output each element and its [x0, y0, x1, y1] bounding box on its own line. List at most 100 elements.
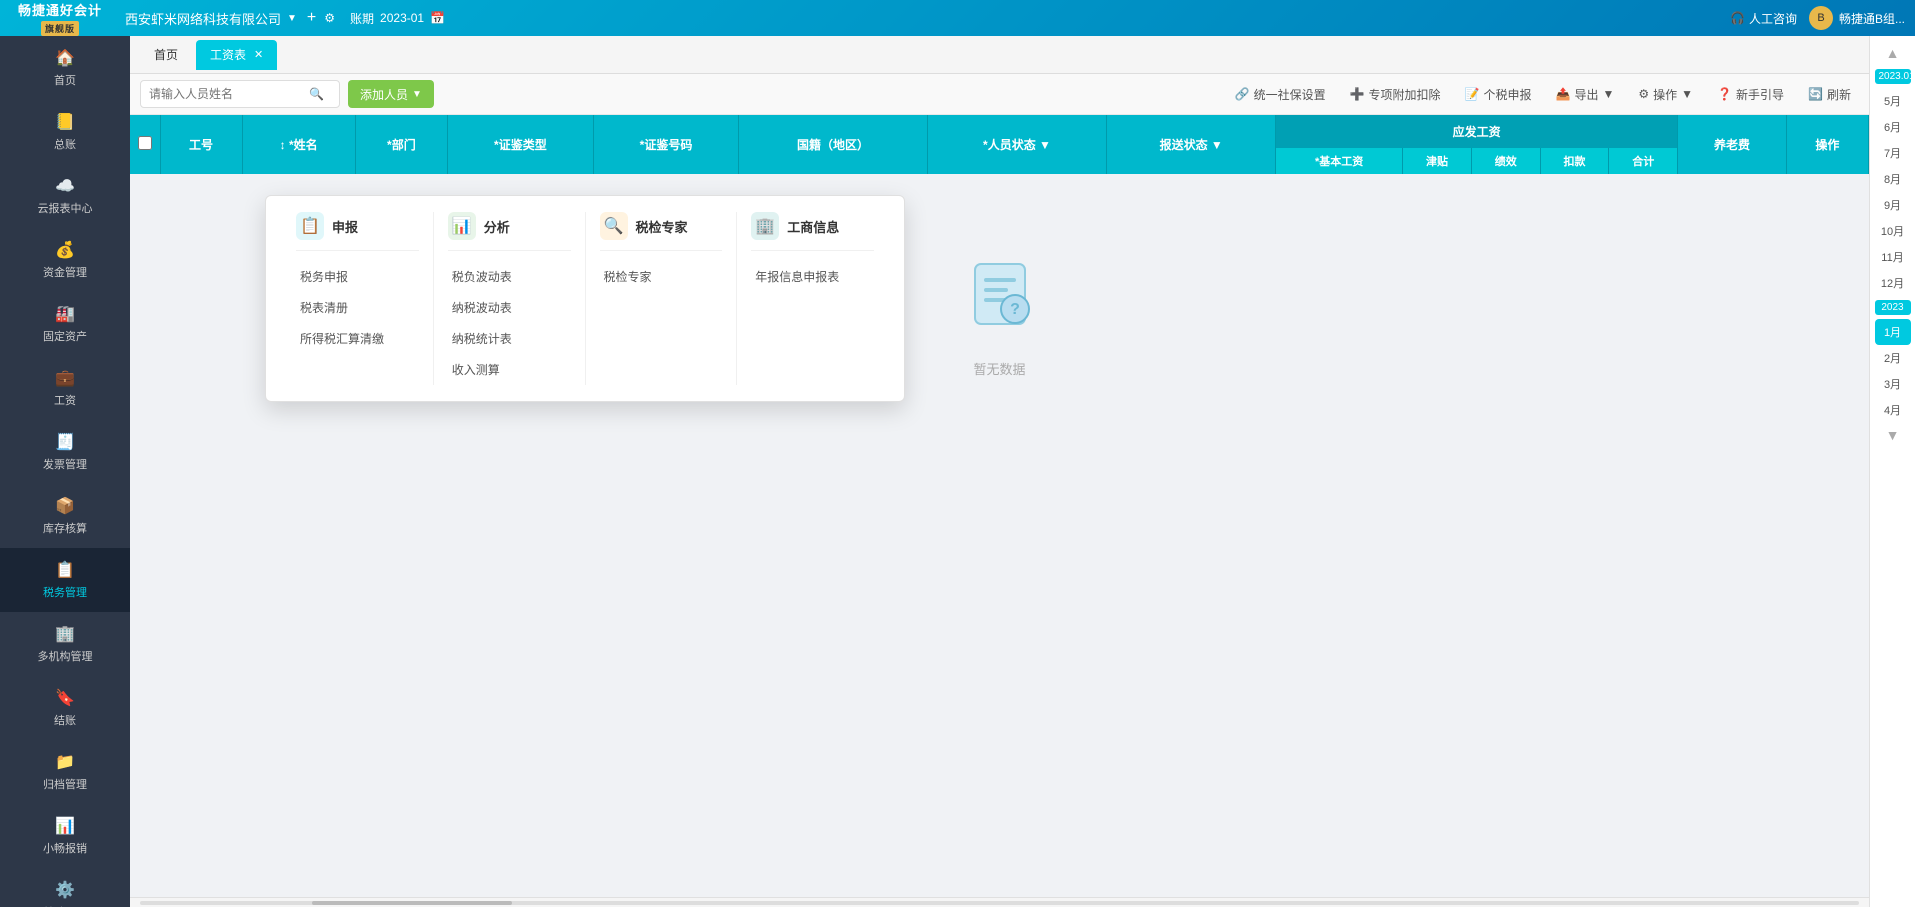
search-box[interactable]: 🔍: [140, 80, 340, 108]
add-person-button[interactable]: 添加人员 ▼: [348, 80, 434, 108]
toolbar: 🔍 添加人员 ▼ 🔗 统一社保设置 ➕ 专项附加扣除 📝 个税申报 📤 导出: [130, 74, 1869, 115]
export-button[interactable]: 📤 导出 ▼: [1548, 80, 1623, 108]
menu-income-tax-clearance[interactable]: 所得税汇算清缴: [296, 323, 419, 354]
sidebar-item-home[interactable]: 🏠 首页: [0, 36, 130, 100]
col-dept: *部门: [355, 115, 447, 174]
sidebar-item-multi-org[interactable]: 🏢 多机构管理: [0, 612, 130, 676]
add-company-button[interactable]: +: [307, 9, 316, 27]
col-action: 操作: [1786, 115, 1868, 174]
business-info-title: 工商信息: [787, 217, 839, 236]
app-logo: 畅捷通好会计 旗舰版: [10, 0, 110, 36]
col-total: 合计: [1609, 148, 1678, 174]
month-2023-10[interactable]: 10月: [1875, 218, 1911, 244]
user-menu[interactable]: B 畅捷通B组...: [1809, 6, 1905, 30]
sidebar-label-report: 小畅报销: [43, 840, 87, 856]
divider-3: [736, 212, 737, 385]
tax-return-label: 个税申报: [1484, 86, 1532, 103]
support-label: 人工咨询: [1749, 10, 1797, 27]
col-id-number: *证鉴号码: [593, 115, 739, 174]
new-guide-button[interactable]: ❓ 新手引导: [1709, 80, 1792, 108]
sidebar-label-archive: 归档管理: [43, 776, 87, 792]
date-nav-down[interactable]: ▼: [1882, 423, 1904, 447]
month-2023-06[interactable]: 6月: [1875, 114, 1911, 140]
tab-home[interactable]: 首页: [140, 40, 192, 70]
month-2023-07[interactable]: 7月: [1875, 140, 1911, 166]
main-layout: 🏠 首页 📒 总账 ☁️ 云报表中心 💰 资金管理 🏭 固定资产 💼 工资 🧾 …: [0, 36, 1915, 907]
month-2024-03[interactable]: 3月: [1875, 371, 1911, 397]
menu-tax-declaration[interactable]: 税务申报: [296, 261, 419, 292]
top-right-area: 🎧 人工咨询 B 畅捷通B组...: [1730, 6, 1905, 30]
tax-icon: 📋: [55, 560, 75, 580]
sidebar-item-salary[interactable]: 💼 工资: [0, 356, 130, 420]
special-deduction-label: 专项附加扣除: [1369, 86, 1441, 103]
search-input[interactable]: [149, 87, 309, 101]
tab-close-icon[interactable]: ✕: [254, 48, 263, 61]
app-edition: 旗舰版: [41, 21, 79, 36]
bottom-scrollbar[interactable]: [130, 897, 1869, 907]
archive-icon: 📁: [55, 752, 75, 772]
month-2024-04[interactable]: 4月: [1875, 397, 1911, 423]
sidebar-item-basic[interactable]: ⚙️ 基础设置: [0, 868, 130, 907]
menu-tax-expert[interactable]: 税检专家: [600, 261, 723, 292]
sidebar-item-fixed-assets[interactable]: 🏭 固定资产: [0, 292, 130, 356]
sidebar-item-inventory[interactable]: 📦 库存核算: [0, 484, 130, 548]
tab-salary-table[interactable]: 工资表 ✕: [196, 40, 277, 70]
select-all-checkbox[interactable]: [138, 136, 152, 150]
sidebar-item-archive[interactable]: 📁 归档管理: [0, 740, 130, 804]
operation-arrow: ▼: [1681, 87, 1693, 101]
month-2023-11[interactable]: 11月: [1875, 244, 1911, 270]
new-guide-icon: ❓: [1717, 87, 1732, 101]
empty-icon: ?: [960, 254, 1040, 349]
menu-annual-report[interactable]: 年报信息申报表: [751, 261, 874, 292]
sidebar-item-invoice[interactable]: 🧾 发票管理: [0, 420, 130, 484]
sidebar: 🏠 首页 📒 总账 ☁️ 云报表中心 💰 资金管理 🏭 固定资产 💼 工资 🧾 …: [0, 36, 130, 907]
month-2024-01[interactable]: 1月: [1875, 319, 1911, 345]
tax-return-button[interactable]: 📝 个税申报: [1457, 80, 1540, 108]
settlement-icon: 🔖: [55, 688, 75, 708]
sidebar-item-settlement[interactable]: 🔖 结账: [0, 676, 130, 740]
settings-icon[interactable]: ⚙: [324, 11, 335, 25]
month-2023-05[interactable]: 5月: [1875, 88, 1911, 114]
refresh-button[interactable]: 🔄 刷新: [1800, 80, 1859, 108]
col-nationality: 国籍（地区）: [739, 115, 928, 174]
operation-button[interactable]: ⚙ 操作 ▼: [1630, 80, 1701, 108]
operation-icon: ⚙: [1638, 87, 1649, 101]
company-selector[interactable]: 西安虾米网络科技有限公司 ▼: [125, 9, 297, 28]
month-2023-12[interactable]: 12月: [1875, 270, 1911, 296]
scroll-thumb[interactable]: [312, 901, 512, 905]
sidebar-item-report[interactable]: 📊 小畅报销: [0, 804, 130, 868]
month-2023-08[interactable]: 8月: [1875, 166, 1911, 192]
dropdown-col-declaration: 📋 申报 税务申报 税表清册 所得税汇算清缴: [286, 212, 429, 385]
date-nav-up[interactable]: ▲: [1882, 41, 1904, 65]
sidebar-label-cloud-report: 云报表中心: [38, 200, 93, 216]
business-info-icon: 🏢: [751, 212, 779, 240]
sidebar-item-tax[interactable]: 📋 税务管理: [0, 548, 130, 612]
invoice-icon: 🧾: [55, 432, 75, 452]
menu-tax-table-list[interactable]: 税表清册: [296, 292, 419, 323]
month-2024-02[interactable]: 2月: [1875, 345, 1911, 371]
inventory-icon: 📦: [55, 496, 75, 516]
export-icon: 📤: [1556, 87, 1571, 101]
support-button[interactable]: 🎧 人工咨询: [1730, 10, 1797, 27]
social-insurance-button[interactable]: 🔗 统一社保设置: [1227, 80, 1334, 108]
month-2023-09[interactable]: 9月: [1875, 192, 1911, 218]
sidebar-item-cloud-report[interactable]: ☁️ 云报表中心: [0, 164, 130, 228]
sidebar-item-fund[interactable]: 💰 资金管理: [0, 228, 130, 292]
col-performance: 绩效: [1471, 148, 1540, 174]
tax-return-icon: 📝: [1465, 87, 1480, 101]
calendar-icon[interactable]: 📅: [430, 11, 445, 25]
sidebar-label-salary: 工资: [54, 392, 76, 408]
export-label: 导出: [1574, 86, 1598, 103]
menu-tax-wave[interactable]: 纳税波动表: [448, 292, 571, 323]
svg-text:?: ?: [1010, 301, 1020, 318]
menu-income-forecast[interactable]: 收入测算: [448, 354, 571, 385]
scroll-track: [140, 901, 1859, 905]
fixed-assets-icon: 🏭: [55, 304, 75, 324]
table-wrapper: 工号 ↕ *姓名 *部门 *证鉴类型 *证鉴号码 国籍（地区） *人员状态 ▼ …: [130, 115, 1869, 897]
period-year-label: 2023.01: [1875, 69, 1911, 84]
menu-tax-statistics[interactable]: 纳税统计表: [448, 323, 571, 354]
special-deduction-button[interactable]: ➕ 专项附加扣除: [1342, 80, 1449, 108]
sidebar-item-ledger[interactable]: 📒 总账: [0, 100, 130, 164]
menu-tax-burden-wave[interactable]: 税负波动表: [448, 261, 571, 292]
dropdown-header-declaration: 📋 申报: [296, 212, 419, 251]
